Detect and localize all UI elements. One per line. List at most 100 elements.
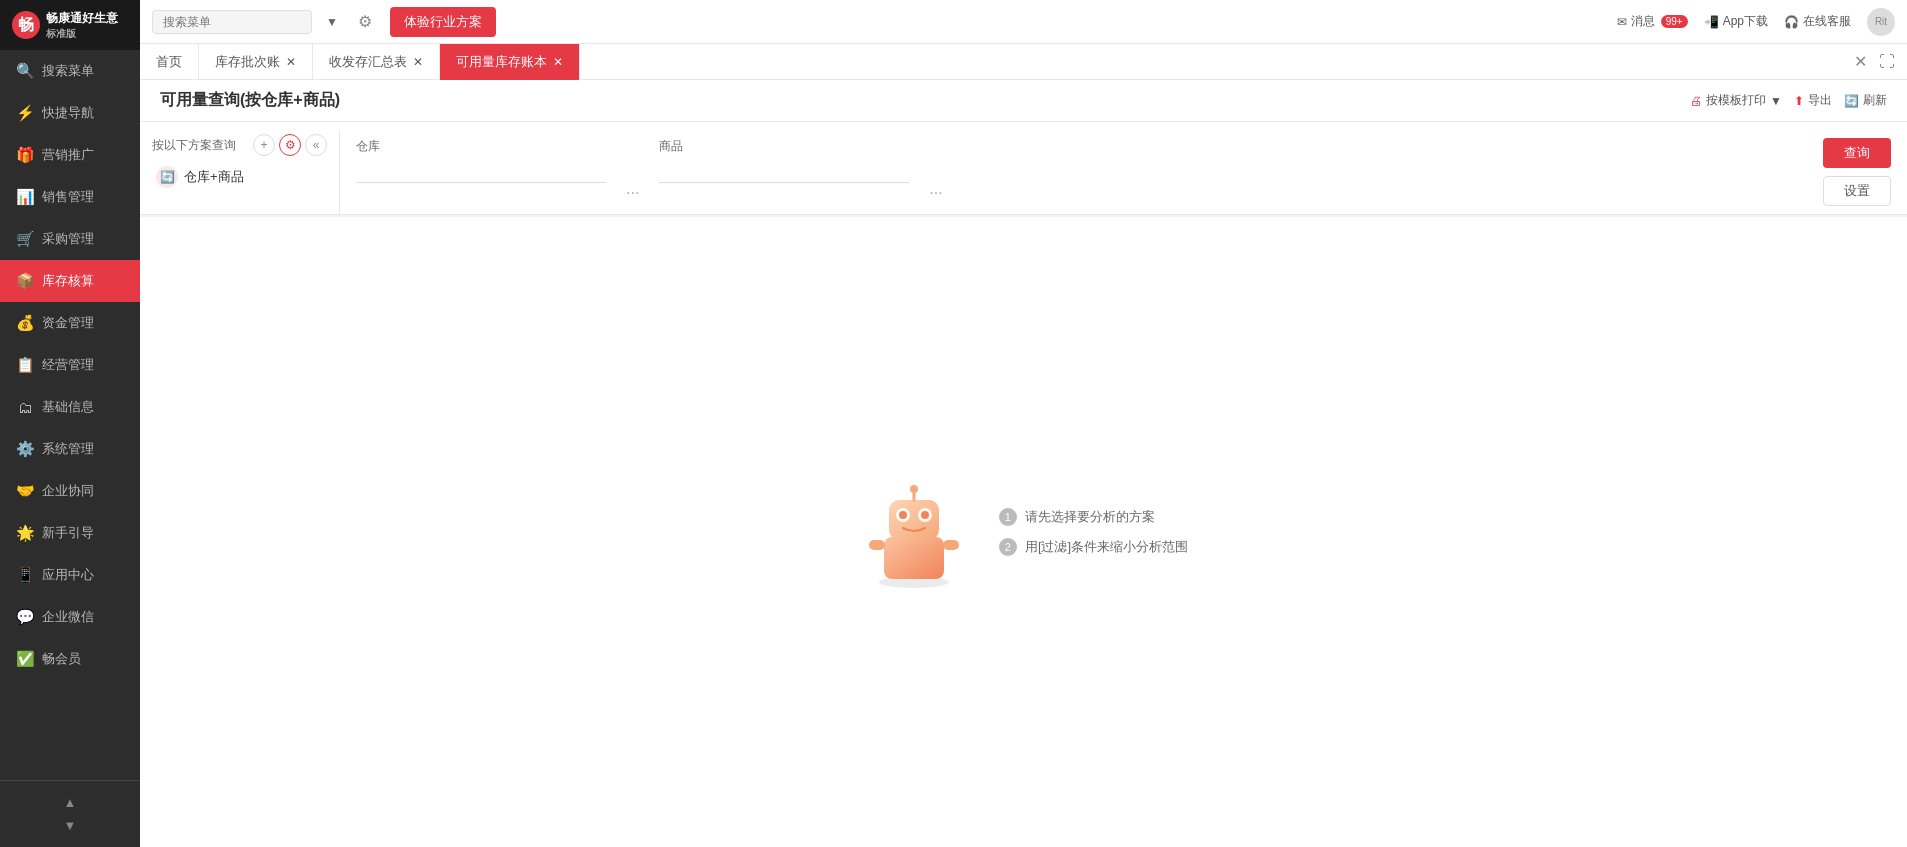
filter-scheme-label: 按以下方案查询	[152, 137, 236, 154]
sidebar-item-label: 销售管理	[42, 188, 94, 206]
purchase-icon: 🛒	[16, 230, 34, 248]
warehouse-input[interactable]	[356, 159, 606, 183]
app-center-icon: 📱	[16, 566, 34, 584]
tab-batch-account[interactable]: 库存批次账 ✕	[199, 44, 313, 80]
topbar-search-input[interactable]	[152, 10, 312, 34]
system-icon: ⚙️	[16, 440, 34, 458]
topbar: ▼ ⚙ 体验行业方案 ✉ 消息 99+ 📲 App下载 🎧 在线客服 Rit	[140, 0, 1907, 44]
app-download-label: App下载	[1723, 13, 1768, 30]
sidebar-item-label: 企业协同	[42, 482, 94, 500]
goods-input[interactable]	[659, 159, 909, 183]
inventory-icon: 📦	[16, 272, 34, 290]
tip-text-1: 请先选择要分析的方案	[1025, 508, 1155, 526]
refresh-icon: 🔄	[1844, 94, 1859, 108]
collapse-filter-button[interactable]: «	[305, 134, 327, 156]
svg-rect-1	[884, 537, 944, 579]
sidebar-item-quick-nav[interactable]: ⚡ 快捷导航	[0, 92, 140, 134]
filter-right-panel: 仓库 ··· 商品 ··· 查询 设置	[340, 130, 1907, 214]
query-button[interactable]: 查询	[1823, 138, 1891, 168]
sidebar-item-label: 应用中心	[42, 566, 94, 584]
sidebar-item-purchase[interactable]: 🛒 采购管理	[0, 218, 140, 260]
sidebar: 畅 畅康通好生意 标准版 🔍 搜索菜单 ⚡ 快捷导航 🎁 营销推广 📊 销售管理…	[0, 0, 140, 847]
sidebar-nav: 🔍 搜索菜单 ⚡ 快捷导航 🎁 营销推广 📊 销售管理 🛒 采购管理 📦 库存核…	[0, 50, 140, 780]
tab-available-inventory[interactable]: 可用量库存账本 ✕	[440, 44, 580, 80]
topbar-gear-icon[interactable]: ⚙	[352, 8, 378, 35]
basic-info-icon: 🗂	[16, 399, 34, 416]
tab-home-label: 首页	[156, 53, 182, 71]
filter-settings-button[interactable]: 设置	[1823, 176, 1891, 206]
tabs-expand-button[interactable]: ⛶	[1875, 49, 1899, 75]
sidebar-item-operations[interactable]: 📋 经营管理	[0, 344, 140, 386]
refresh-button[interactable]: 🔄 刷新	[1844, 92, 1887, 109]
svg-point-5	[899, 511, 907, 519]
sidebar-item-enterprise-wx[interactable]: 💬 企业微信	[0, 596, 140, 638]
sidebar-item-sales[interactable]: 📊 销售管理	[0, 176, 140, 218]
sidebar-scroll-up[interactable]: ▲	[10, 791, 130, 814]
finance-icon: 💰	[16, 314, 34, 332]
export-icon: ⬆	[1794, 94, 1804, 108]
filter-action-buttons: 查询 设置	[1823, 138, 1891, 206]
add-scheme-button[interactable]: +	[253, 134, 275, 156]
robot-illustration	[859, 482, 959, 582]
sidebar-item-membership[interactable]: ✅ 畅会员	[0, 638, 140, 680]
topbar-customer-service[interactable]: 🎧 在线客服	[1784, 13, 1851, 30]
sidebar-item-label: 库存核算	[42, 272, 94, 290]
sidebar-item-basic-info[interactable]: 🗂 基础信息	[0, 386, 140, 428]
tab-available-inventory-close[interactable]: ✕	[553, 55, 563, 69]
sidebar-item-app-center[interactable]: 📱 应用中心	[0, 554, 140, 596]
sidebar-item-search[interactable]: 🔍 搜索菜单	[0, 50, 140, 92]
topbar-messages[interactable]: ✉ 消息 99+	[1617, 13, 1688, 30]
newbie-icon: 🌟	[16, 524, 34, 542]
customer-service-label: 在线客服	[1803, 13, 1851, 30]
sidebar-item-marketing[interactable]: 🎁 营销推广	[0, 134, 140, 176]
enterprise-icon: 🤝	[16, 482, 34, 500]
tip-num-2: 2	[999, 538, 1017, 556]
svg-rect-9	[869, 540, 885, 550]
sidebar-item-label: 搜索菜单	[42, 62, 94, 80]
sales-icon: 📊	[16, 188, 34, 206]
sidebar-bottom: ▲ ▼	[0, 780, 140, 847]
tip-num-1: 1	[999, 508, 1017, 526]
page-title: 可用量查询(按仓库+商品)	[160, 90, 340, 111]
sidebar-logo: 畅 畅康通好生意 标准版	[0, 0, 140, 50]
topbar-dropdown-button[interactable]: ▼	[320, 11, 344, 33]
tab-receipt-summary[interactable]: 收发存汇总表 ✕	[313, 44, 440, 80]
marketing-icon: 🎁	[16, 146, 34, 164]
scheme-warehouse-goods-label: 仓库+商品	[184, 168, 244, 186]
edit-scheme-button[interactable]: ⚙	[279, 134, 301, 156]
tab-batch-account-close[interactable]: ✕	[286, 55, 296, 69]
app-logo-icon: 畅	[12, 11, 40, 39]
customer-service-icon: 🎧	[1784, 15, 1799, 29]
tabs-close-button[interactable]: ✕	[1850, 48, 1871, 75]
topbar-trial-button[interactable]: 体验行业方案	[390, 7, 496, 37]
tab-receipt-summary-close[interactable]: ✕	[413, 55, 423, 69]
empty-tips: 1 请先选择要分析的方案 2 用[过滤]条件来缩小分析范围	[999, 508, 1188, 556]
sidebar-item-label: 快捷导航	[42, 104, 94, 122]
warehouse-field-label: 仓库	[356, 138, 606, 155]
topbar-user-avatar[interactable]: Rit	[1867, 8, 1895, 36]
sidebar-item-inventory[interactable]: 📦 库存核算	[0, 260, 140, 302]
export-button[interactable]: ⬆ 导出	[1794, 92, 1832, 109]
sidebar-item-finance[interactable]: 💰 资金管理	[0, 302, 140, 344]
page-header-actions: 🖨 按模板打印 ▼ ⬆ 导出 🔄 刷新	[1690, 92, 1887, 109]
sidebar-item-newbie[interactable]: 🌟 新手引导	[0, 512, 140, 554]
tabs-bar: 首页 库存批次账 ✕ 收发存汇总表 ✕ 可用量库存账本 ✕ ✕ ⛶	[140, 44, 1907, 80]
sidebar-item-enterprise[interactable]: 🤝 企业协同	[0, 470, 140, 512]
sidebar-item-label: 资金管理	[42, 314, 94, 332]
topbar-right: ✉ 消息 99+ 📲 App下载 🎧 在线客服 Rit	[1617, 8, 1895, 36]
page-header: 可用量查询(按仓库+商品) 🖨 按模板打印 ▼ ⬆ 导出 🔄 刷新	[140, 80, 1907, 122]
svg-point-6	[921, 511, 929, 519]
scheme-warehouse-goods-icon: 🔄	[156, 166, 178, 188]
warehouse-more-button[interactable]: ···	[626, 184, 639, 202]
print-template-button[interactable]: 🖨 按模板打印 ▼	[1690, 92, 1782, 109]
tip-text-2: 用[过滤]条件来缩小分析范围	[1025, 538, 1188, 556]
filter-scheme-warehouse-goods[interactable]: 🔄 仓库+商品	[140, 160, 339, 194]
filter-scheme-actions: + ⚙ «	[253, 134, 327, 156]
goods-more-button[interactable]: ···	[929, 184, 942, 202]
sidebar-scroll-down[interactable]: ▼	[10, 814, 130, 837]
topbar-app-download[interactable]: 📲 App下载	[1704, 13, 1768, 30]
sidebar-item-label: 新手引导	[42, 524, 94, 542]
sidebar-item-system[interactable]: ⚙️ 系统管理	[0, 428, 140, 470]
sidebar-item-label: 采购管理	[42, 230, 94, 248]
tab-home[interactable]: 首页	[140, 44, 199, 80]
